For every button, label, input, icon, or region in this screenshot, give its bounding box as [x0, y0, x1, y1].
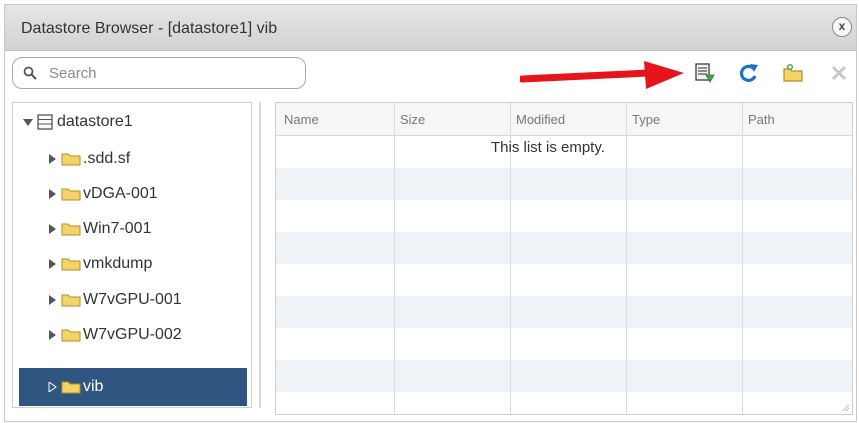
tree-item-vib-selected[interactable]: vib — [19, 368, 247, 406]
folder-icon — [61, 329, 81, 342]
datastore-icon — [37, 114, 53, 130]
column-divider — [394, 103, 395, 414]
folder-icon — [61, 381, 81, 394]
window-title: Datastore Browser - [datastore1] vib — [21, 20, 278, 37]
new-folder-icon[interactable] — [782, 62, 804, 84]
tree-item-vib[interactable]: vib — [47, 374, 103, 400]
empty-list-message: This list is empty. — [491, 139, 605, 156]
tree-item-label: vib — [83, 378, 104, 395]
folder-tree: datastore1 .sdd.sf vDGA-001 Win7-001 vmk… — [12, 102, 252, 408]
tree-item-label: vDGA-001 — [83, 185, 158, 202]
tree-item-vdga-001[interactable]: vDGA-001 — [47, 181, 158, 207]
tree-item-label: W7vGPU-001 — [83, 291, 182, 308]
refresh-icon[interactable] — [738, 62, 760, 84]
table-row — [276, 360, 852, 392]
column-header-modified[interactable]: Modified — [516, 112, 565, 127]
column-header-type[interactable]: Type — [632, 112, 660, 127]
tree-item-label: Win7-001 — [83, 220, 152, 237]
search-field[interactable] — [12, 57, 306, 89]
tree-item-datastore1[interactable]: datastore1 — [23, 109, 133, 135]
column-divider — [626, 103, 627, 414]
grid-header: Name Size Modified Type Path — [276, 103, 852, 136]
red-arrow-annotation — [520, 61, 684, 89]
folder-icon — [61, 223, 81, 236]
tree-item-w7vgpu-002[interactable]: W7vGPU-002 — [47, 322, 182, 348]
column-header-size[interactable]: Size — [400, 112, 425, 127]
tree-item-sdd-sf[interactable]: .sdd.sf — [47, 146, 130, 172]
collapsed-triangle-icon[interactable] — [47, 259, 57, 269]
close-button[interactable]: x — [832, 17, 852, 37]
resize-grip-icon[interactable] — [841, 403, 849, 411]
table-row — [276, 296, 852, 328]
collapsed-triangle-icon[interactable] — [47, 295, 57, 305]
table-row — [276, 168, 852, 200]
pane-splitter[interactable] — [259, 102, 261, 408]
upload-file-icon[interactable] — [694, 62, 716, 84]
collapsed-triangle-outline-icon[interactable] — [47, 382, 57, 392]
folder-icon — [61, 294, 81, 307]
expanded-triangle-icon[interactable] — [23, 117, 33, 127]
collapsed-triangle-icon[interactable] — [47, 224, 57, 234]
column-divider — [742, 103, 743, 414]
collapsed-triangle-icon[interactable] — [47, 189, 57, 199]
delete-icon[interactable] — [828, 62, 850, 84]
tree-item-label: vmkdump — [83, 255, 153, 272]
search-icon — [23, 66, 37, 80]
file-list-grid: Name Size Modified Type Path This list i… — [275, 102, 853, 415]
tree-item-label: .sdd.sf — [83, 150, 131, 167]
tree-item-label: datastore1 — [57, 113, 133, 130]
tree-item-w7vgpu-001[interactable]: W7vGPU-001 — [47, 287, 182, 313]
folder-icon — [61, 188, 81, 201]
folder-icon — [61, 153, 81, 166]
collapsed-triangle-icon[interactable] — [47, 154, 57, 164]
table-row — [276, 232, 852, 264]
tree-item-win7-001[interactable]: Win7-001 — [47, 216, 151, 242]
folder-icon — [61, 258, 81, 271]
title-bar: Datastore Browser - [datastore1] vib x — [5, 5, 856, 51]
tree-item-label: W7vGPU-002 — [83, 326, 182, 343]
search-input[interactable] — [49, 63, 289, 83]
column-header-path[interactable]: Path — [748, 112, 775, 127]
tree-item-vmkdump[interactable]: vmkdump — [47, 251, 152, 277]
collapsed-triangle-icon[interactable] — [47, 330, 57, 340]
column-header-name[interactable]: Name — [284, 112, 319, 127]
